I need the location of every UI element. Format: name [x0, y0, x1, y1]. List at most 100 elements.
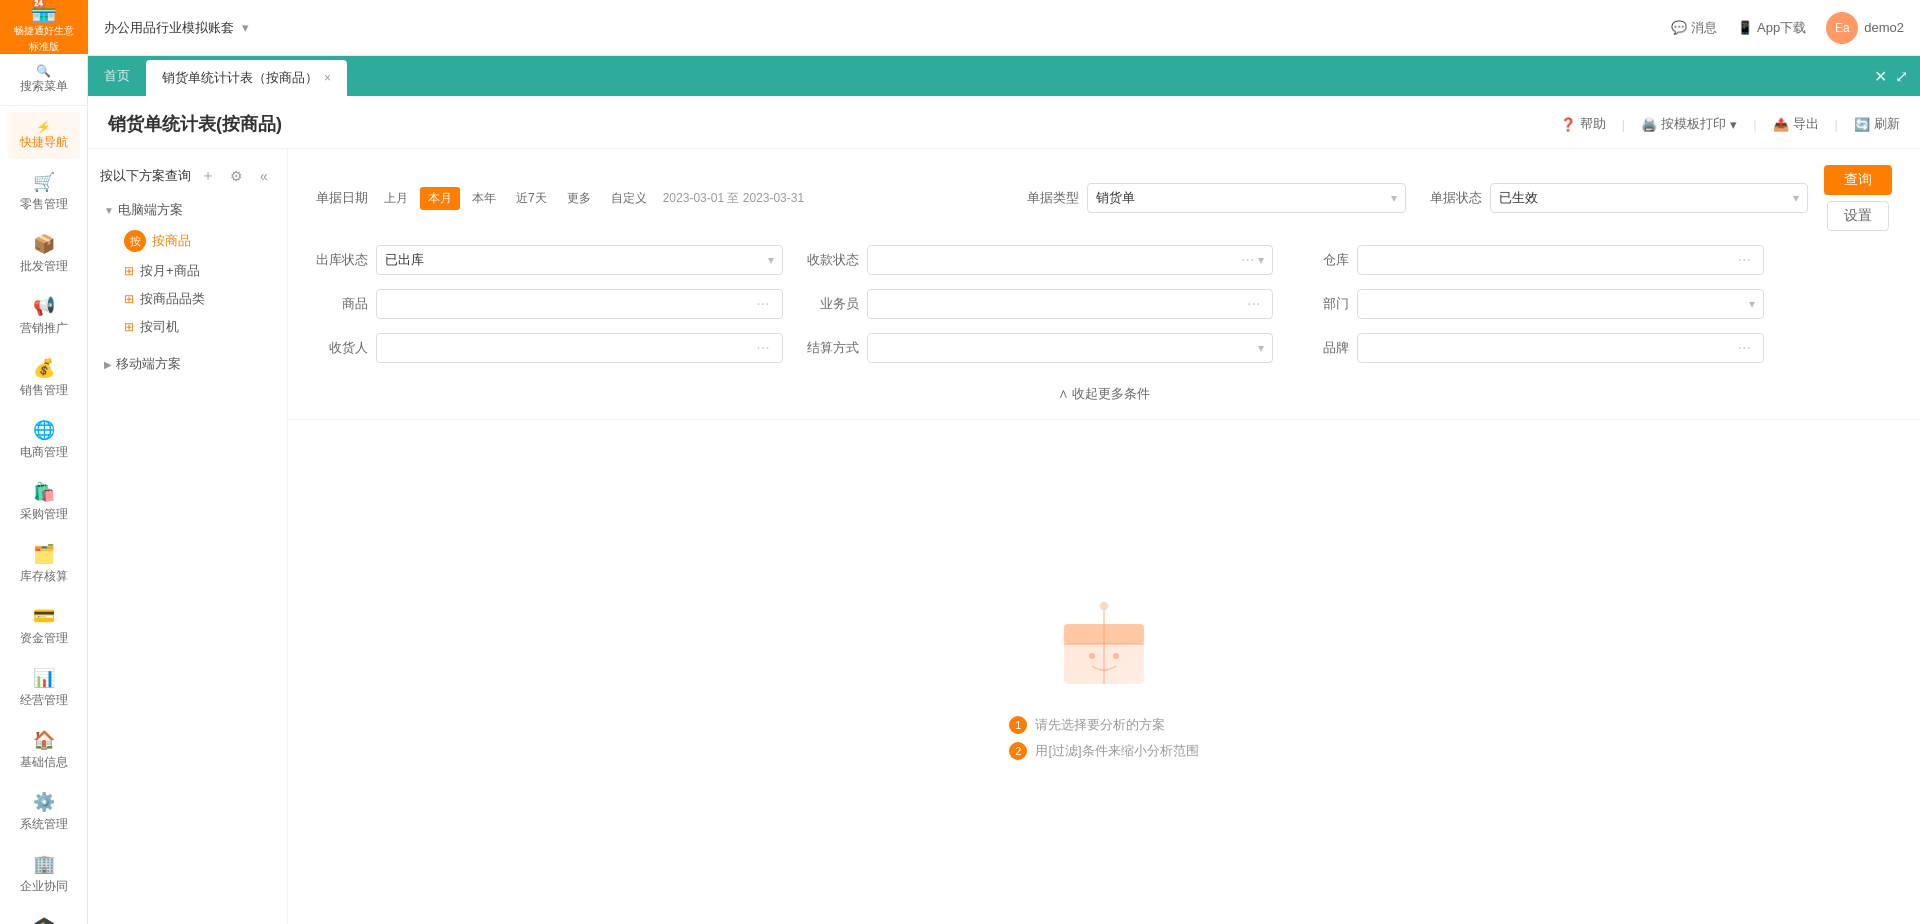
panel-collapse-btn[interactable]: «: [253, 165, 275, 187]
settlement-label: 结算方式: [799, 339, 859, 357]
sidebar-item-retail[interactable]: 🛒 零售管理: [0, 161, 88, 223]
brand-dots-icon[interactable]: ···: [1738, 339, 1751, 357]
sidebar-item-marketing[interactable]: 📢 营销推广: [0, 285, 88, 347]
app-download-btn[interactable]: 📱 App下载: [1737, 19, 1806, 37]
basic-icon: 🏠: [33, 729, 55, 751]
field-settlement: 结算方式 ▾: [799, 333, 1274, 363]
sidebar-item-inventory[interactable]: 🗂️ 库存核算: [0, 533, 88, 595]
page-title: 销货单统计表(按商品): [108, 112, 282, 136]
date-tab-more[interactable]: 更多: [559, 187, 599, 210]
user-avatar: Ea: [1826, 12, 1858, 44]
tree-parent-mobile[interactable]: ▶ 移动端方案: [96, 349, 279, 379]
sidebar-item-guide[interactable]: 🎓 新手引导: [0, 905, 88, 924]
warehouse-dropdown[interactable]: ···: [1357, 245, 1764, 275]
payment-dropdown[interactable]: ··· ▾: [867, 245, 1274, 275]
sidebar-item-finance[interactable]: 💳 资金管理: [0, 595, 88, 657]
doc-status-dropdown[interactable]: 已生效 ▾: [1490, 183, 1808, 213]
sidebar-item-wholesale[interactable]: 📦 批发管理: [0, 223, 88, 285]
sidebar-quick-nav[interactable]: ⚡ 快捷导航: [8, 112, 80, 159]
help-label: 帮助: [1580, 115, 1606, 133]
sidebar-finance-label: 资金管理: [20, 630, 68, 647]
tip-num-1: 1: [1009, 716, 1027, 734]
date-tab-this-year[interactable]: 本年: [464, 187, 504, 210]
tree-child-by-category[interactable]: ⊞ 按商品品类: [96, 285, 279, 313]
dept-dropdown[interactable]: ▾: [1357, 289, 1764, 319]
window-close-btn[interactable]: ✕: [1874, 67, 1887, 86]
dropdown-arrow-icon[interactable]: ▾: [242, 20, 249, 35]
collapse-btn[interactable]: ∧ 收起更多条件: [1058, 385, 1151, 403]
sidebar: 🏪 畅捷通好生意 标准版 🔍 搜索菜单 ⚡ 快捷导航 🛒 零售管理 📦 批发管理…: [0, 0, 88, 924]
tip-num-2: 2: [1009, 742, 1027, 760]
tree-icon-3: ⊞: [124, 320, 134, 334]
tab-home-label: 首页: [104, 67, 130, 85]
panel-add-btn[interactable]: ＋: [197, 165, 219, 187]
operations-icon: 📊: [33, 667, 55, 689]
tip-text-2: 用[过滤]条件来缩小分析范围: [1035, 742, 1198, 760]
settlement-dropdown[interactable]: ▾: [867, 333, 1274, 363]
sidebar-item-operations[interactable]: 📊 经营管理: [0, 657, 88, 719]
template-print-btn[interactable]: 🖨️ 按模板打印 ▾: [1641, 115, 1737, 133]
warehouse-dots-icon[interactable]: ···: [1738, 251, 1751, 269]
ecommerce-icon: 🌐: [33, 419, 55, 441]
receiver-dropdown[interactable]: ···: [376, 333, 783, 363]
sidebar-item-ecommerce[interactable]: 🌐 电商管理: [0, 409, 88, 471]
sidebar-item-purchase[interactable]: 🛍️ 采购管理: [0, 471, 88, 533]
logo-icon: 🏪: [30, 0, 57, 22]
message-btn[interactable]: 💬 消息: [1671, 19, 1717, 37]
app-logo[interactable]: 🏪 畅捷通好生意 标准版: [0, 0, 88, 54]
date-tab-7days[interactable]: 近7天: [508, 187, 555, 210]
tree-group-desktop: ▼ 电脑端方案 按 按商品 ⊞ 按月+商品 ⊞ 按商品品类: [88, 195, 287, 341]
settings-btn[interactable]: 设置: [1827, 201, 1889, 231]
sidebar-marketing-label: 营销推广: [20, 320, 68, 337]
sidebar-search[interactable]: 🔍 搜索菜单: [0, 54, 88, 106]
tree-parent-desktop[interactable]: ▼ 电脑端方案: [96, 195, 279, 225]
window-maximize-btn[interactable]: ⤢: [1895, 67, 1908, 86]
collapse-row: ∧ 收起更多条件: [308, 377, 1900, 411]
app-download-label: App下载: [1757, 19, 1806, 37]
date-tab-this-month[interactable]: 本月: [420, 187, 460, 210]
panel-settings-btn[interactable]: ⚙: [225, 165, 247, 187]
tab-active[interactable]: 销货单统计计表（按商品） ×: [146, 60, 347, 96]
tab-home[interactable]: 首页: [88, 56, 146, 96]
user-menu[interactable]: Ea demo2: [1826, 12, 1904, 44]
product-label: 商品: [308, 295, 368, 313]
staff-label: 业务员: [799, 295, 859, 313]
tabbar-right: ✕ ⤢: [1874, 67, 1920, 86]
export-btn[interactable]: 📤 导出: [1773, 115, 1819, 133]
product-dropdown[interactable]: ···: [376, 289, 783, 319]
help-btn[interactable]: ❓ 帮助: [1560, 115, 1606, 133]
date-tab-custom[interactable]: 自定义: [603, 187, 655, 210]
field-brand: 品牌 ···: [1289, 333, 1764, 363]
field-warehouse: 仓库 ···: [1289, 245, 1764, 275]
payment-dots-icon[interactable]: ···: [1241, 251, 1254, 269]
field-date: 单据日期 上月 本月 本年 近7天 更多 自定义 20: [308, 187, 1003, 210]
tabbar: 首页 销货单统计计表（按商品） × ✕ ⤢: [88, 56, 1920, 96]
app-download-icon: 📱: [1737, 20, 1753, 35]
sidebar-item-sales[interactable]: 💰 销售管理: [0, 347, 88, 409]
empty-tips: 1 请先选择要分析的方案 2 用[过滤]条件来缩小分析范围: [1009, 716, 1198, 760]
out-status-dropdown[interactable]: 已出库 ▾: [376, 245, 783, 275]
query-btn[interactable]: 查询: [1824, 165, 1892, 195]
left-panel: 按以下方案查询 ＋ ⚙ « ▼ 电脑端方案 按 按商品: [88, 149, 288, 924]
marketing-icon: 📢: [33, 295, 55, 317]
staff-dots-icon[interactable]: ···: [1247, 295, 1260, 313]
date-tab-last-month[interactable]: 上月: [376, 187, 416, 210]
receiver-dots-icon[interactable]: ···: [756, 339, 769, 357]
sidebar-item-basic[interactable]: 🏠 基础信息: [0, 719, 88, 781]
date-label: 单据日期: [308, 189, 368, 207]
staff-dropdown[interactable]: ···: [867, 289, 1274, 319]
field-product: 商品 ···: [308, 289, 783, 319]
tree-child-by-month-product[interactable]: ⊞ 按月+商品: [96, 257, 279, 285]
brand-dropdown[interactable]: ···: [1357, 333, 1764, 363]
product-dots-icon[interactable]: ···: [756, 295, 769, 313]
tree-child-by-driver[interactable]: ⊞ 按司机: [96, 313, 279, 341]
tab-close-btn[interactable]: ×: [324, 71, 331, 85]
refresh-btn[interactable]: 🔄 刷新: [1854, 115, 1900, 133]
template-print-label: 按模板打印: [1661, 115, 1726, 133]
doc-type-dropdown[interactable]: 销货单 ▾: [1087, 183, 1405, 213]
sidebar-item-system[interactable]: ⚙️ 系统管理: [0, 781, 88, 843]
doc-status-value: 已生效: [1499, 189, 1793, 207]
tree-child-by-product[interactable]: 按 按商品: [96, 225, 279, 257]
sidebar-item-enterprise[interactable]: 🏢 企业协同: [0, 843, 88, 905]
date-range-text: 2023-03-01 至 2023-03-31: [663, 190, 804, 207]
